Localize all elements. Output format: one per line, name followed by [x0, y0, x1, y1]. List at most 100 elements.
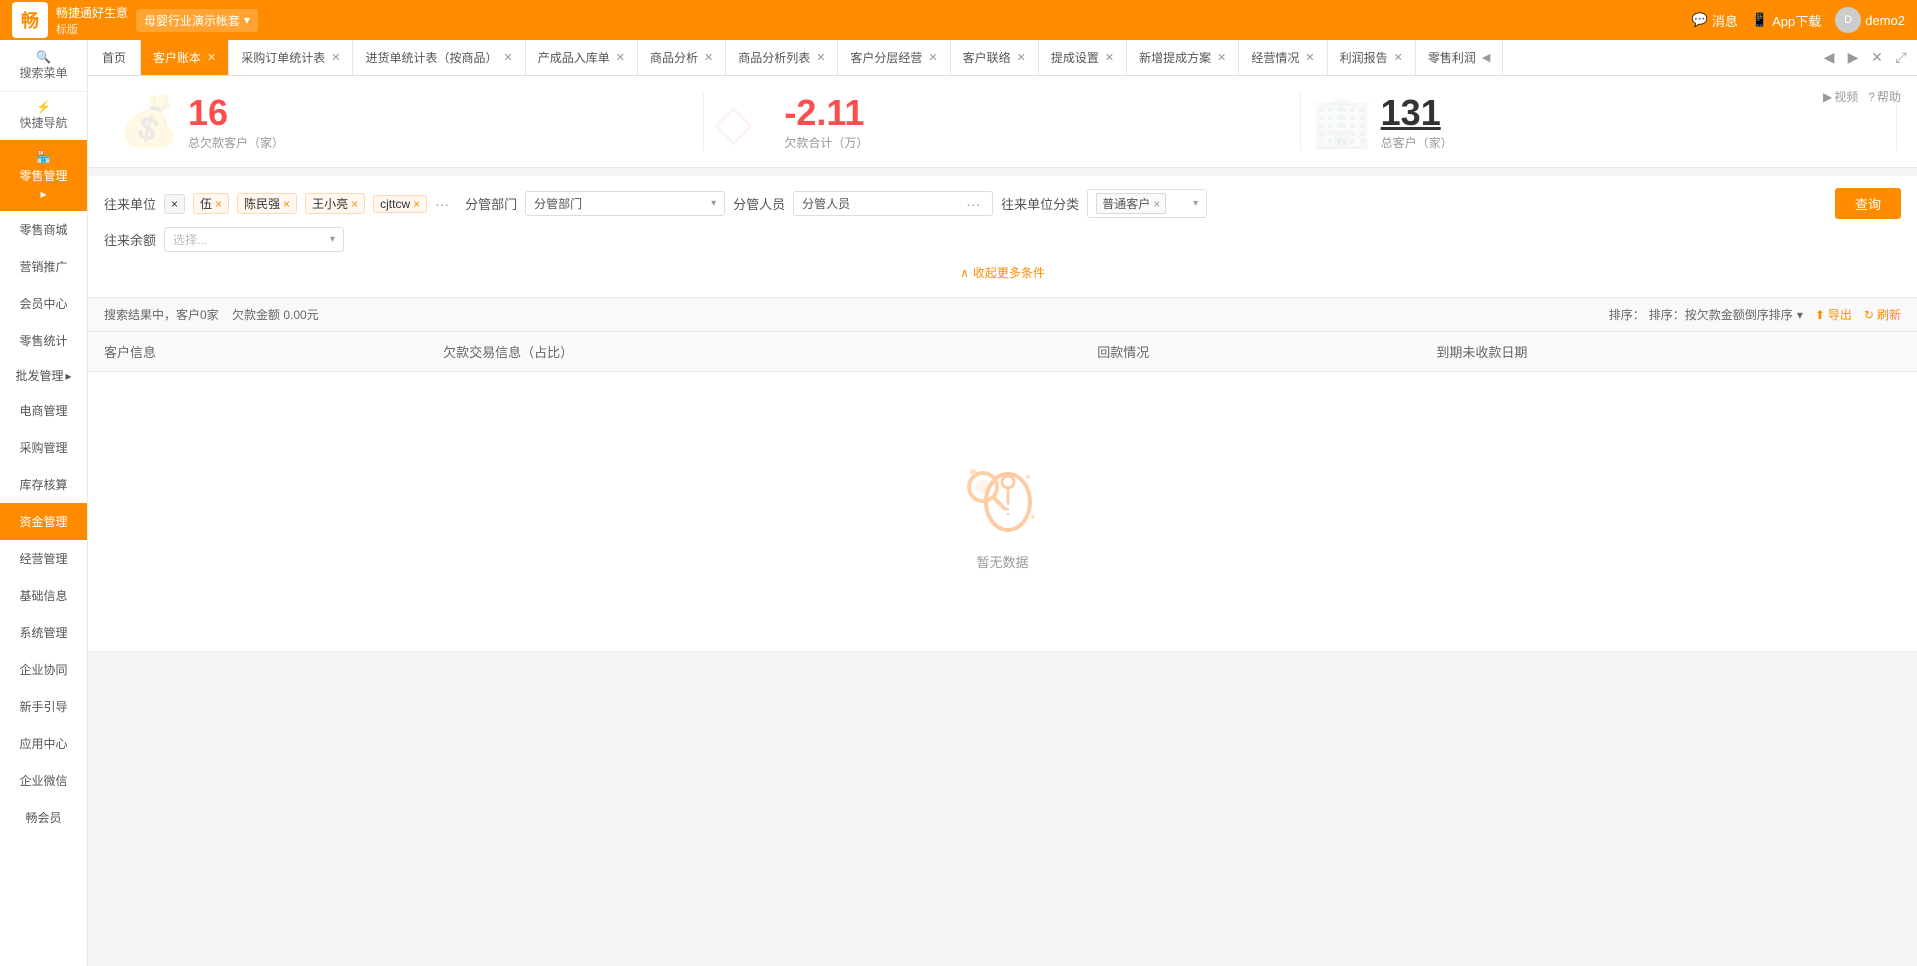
tab-close-icon[interactable]: ✕	[616, 51, 625, 64]
export-btn[interactable]: ⬆ 导出	[1815, 306, 1852, 323]
tab-profit-report[interactable]: 利润报告 ✕	[1328, 40, 1416, 75]
tab-label: 采购订单统计表	[241, 49, 325, 66]
sidebar-item-inventory[interactable]: 库存核算	[0, 466, 87, 503]
tab-maximize[interactable]: ⤢	[1891, 48, 1911, 68]
tab-customer-contact[interactable]: 客户联络 ✕	[951, 40, 1039, 75]
sidebar-item-ecommerce[interactable]: 电商管理	[0, 392, 87, 429]
quick-nav[interactable]: ⚡ 快捷导航	[0, 92, 87, 140]
sidebar-item-enterprise-collab[interactable]: 企业协同	[0, 651, 87, 688]
video-btn[interactable]: ▶ 视频	[1823, 88, 1858, 105]
tab-label: 客户账本	[153, 49, 201, 66]
sidebar-item-app-center[interactable]: 应用中心	[0, 725, 87, 762]
app-download-btn[interactable]: 📱 App下载	[1752, 11, 1821, 30]
sidebar-item-retail-mgmt[interactable]: 🏪 零售管理 ▸	[0, 140, 87, 211]
remove-chen-btn[interactable]: ×	[283, 198, 290, 210]
tab-close-icon[interactable]: ✕	[1017, 51, 1026, 64]
tab-close-icon[interactable]: ✕	[928, 51, 937, 64]
table-container: 客户信息 欠款交易信息（占比） 回款情况 到期未收款日期	[88, 332, 1917, 652]
tab-new-commission[interactable]: 新增提成方案 ✕	[1127, 40, 1239, 75]
sidebar-item-retail-stats[interactable]: 零售统计	[0, 322, 87, 359]
message-label: 消息	[1712, 11, 1738, 30]
main-layout: 🔍 搜索菜单 ⚡ 快捷导航 🏪 零售管理 ▸ 零售商城 营销推广 会员中心 零售…	[0, 40, 1917, 966]
tab-product-analysis-list[interactable]: 商品分析列表 ✕	[726, 40, 838, 75]
question-icon: ?	[1868, 90, 1875, 104]
collab-label: 企业协同	[19, 661, 67, 678]
tab-close-icon[interactable]: ✕	[504, 51, 513, 64]
data-table: 客户信息 欠款交易信息（占比） 回款情况 到期未收款日期	[88, 332, 1917, 652]
sidebar-item-purchase[interactable]: 采购管理	[0, 429, 87, 466]
tab-close-icon[interactable]: ✕	[1305, 51, 1314, 64]
sidebar-item-retail-mall[interactable]: 零售商城	[0, 211, 87, 248]
unit-wang-label: 王小亮	[312, 195, 348, 212]
tab-close-icon[interactable]: ✕	[207, 51, 216, 64]
collapse-btn[interactable]: ∧ 收起更多条件	[956, 260, 1049, 285]
remove-cj-btn[interactable]: ×	[413, 198, 420, 210]
empty-svg-icon	[953, 452, 1053, 542]
query-button[interactable]: 查询	[1835, 188, 1901, 219]
filter-row-2: 往来余额 选择... ▾	[104, 227, 1901, 252]
tab-label: 客户联络	[963, 49, 1011, 66]
balance-selector[interactable]: 选择... ▾	[164, 227, 344, 252]
sidebar-item-operations[interactable]: 经营管理	[0, 540, 87, 577]
tab-close-icon[interactable]: ✕	[1217, 51, 1226, 64]
tab-scroll-right[interactable]: ▶	[1843, 48, 1863, 68]
more-tags-btn[interactable]: ···	[435, 196, 449, 212]
tab-label: 经营情况	[1251, 49, 1299, 66]
logo-text: 畅	[21, 7, 39, 33]
debt-label: 欠款合计（万）	[784, 134, 868, 151]
sidebar-search[interactable]: 🔍 搜索菜单	[0, 40, 87, 92]
tab-close-icon[interactable]: ◀	[1482, 51, 1490, 64]
tab-customer-ledger[interactable]: 客户账本 ✕	[141, 40, 229, 75]
tab-home[interactable]: 首页	[88, 40, 141, 75]
sidebar-item-wholesale-mgmt[interactable]: 批发管理 ▸	[0, 359, 87, 392]
refresh-btn[interactable]: ↻ 刷新	[1864, 306, 1901, 323]
tab-product-warehousing[interactable]: 产成品入库单 ✕	[526, 40, 638, 75]
message-btn[interactable]: 💬 消息	[1692, 11, 1738, 30]
sort-selector[interactable]: 排序： 排序：按欠款金额倒序排序 ▾	[1609, 306, 1803, 323]
tab-purchase-stats-by-product[interactable]: 进货单统计表（按商品） ✕	[353, 40, 525, 75]
sidebar-item-system[interactable]: 系统管理	[0, 614, 87, 651]
marketing-label: 营销推广	[19, 258, 67, 275]
remove-wang-btn[interactable]: ×	[351, 198, 358, 210]
building-icon: 🏢	[1311, 92, 1373, 151]
dept-placeholder: 分管部门	[534, 195, 582, 212]
account-selector[interactable]: 母婴行业演示帐套 ▾	[136, 9, 258, 32]
sort-label: 排序：	[1609, 306, 1645, 323]
user-menu[interactable]: D demo2	[1835, 7, 1905, 33]
col-repayment: 回款情况	[1081, 332, 1420, 372]
tab-customer-stratification[interactable]: 客户分层经营 ✕	[838, 40, 950, 75]
remove-wu-btn[interactable]: ×	[215, 198, 222, 210]
dept-filter-label: 分管部门	[465, 194, 517, 213]
sidebar-item-wechat[interactable]: 企业微信	[0, 762, 87, 799]
tab-close-all[interactable]: ✕	[1867, 48, 1887, 68]
unit-type-selector[interactable]: 普通客户 × ▾	[1087, 189, 1207, 218]
play-icon: ▶	[1823, 90, 1832, 104]
tab-controls: ◀ ▶ ✕ ⤢	[1813, 48, 1917, 68]
person-dots[interactable]: ···	[962, 196, 984, 212]
remove-unit-type-btn[interactable]: ×	[1153, 197, 1160, 211]
help-btn[interactable]: ? 帮助	[1868, 88, 1901, 105]
sidebar-item-member-center[interactable]: 会员中心	[0, 285, 87, 322]
tab-close-icon[interactable]: ✕	[1105, 51, 1114, 64]
unit-wu-label: 伍	[200, 195, 212, 212]
tab-product-analysis[interactable]: 商品分析 ✕	[638, 40, 726, 75]
sidebar-item-beginner[interactable]: 新手引导	[0, 688, 87, 725]
person-selector[interactable]: 分管人员 ···	[793, 191, 993, 216]
sidebar-item-base-info[interactable]: 基础信息	[0, 577, 87, 614]
sidebar-item-vip[interactable]: 畅会员	[0, 799, 87, 836]
tab-close-icon[interactable]: ✕	[1394, 51, 1403, 64]
tab-business-situation[interactable]: 经营情况 ✕	[1239, 40, 1327, 75]
tab-retail-profit[interactable]: 零售利润 ◀	[1416, 40, 1503, 75]
tab-purchase-order-stats[interactable]: 采购订单统计表 ✕	[229, 40, 353, 75]
dept-arrow-icon: ▾	[711, 198, 716, 209]
system-label: 系统管理	[19, 624, 67, 641]
tab-close-icon[interactable]: ✕	[704, 51, 713, 64]
tab-scroll-left[interactable]: ◀	[1819, 48, 1839, 68]
sidebar-item-finance[interactable]: 资金管理	[0, 503, 87, 540]
tab-close-icon[interactable]: ✕	[816, 51, 825, 64]
sidebar-item-marketing[interactable]: 营销推广	[0, 248, 87, 285]
tab-close-icon[interactable]: ✕	[331, 51, 340, 64]
tab-commission-settings[interactable]: 提成设置 ✕	[1039, 40, 1127, 75]
unit-chen-label: 陈民强	[244, 195, 280, 212]
dept-selector[interactable]: 分管部门 ▾	[525, 191, 725, 216]
